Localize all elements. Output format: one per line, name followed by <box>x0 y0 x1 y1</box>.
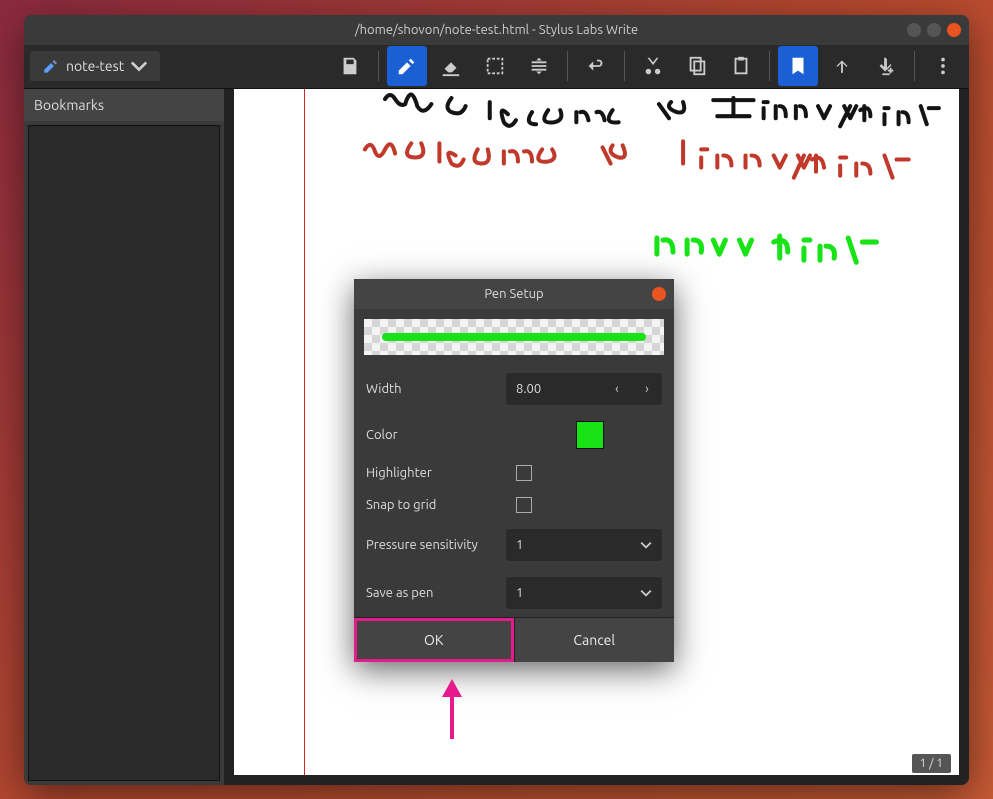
sidebar: Bookmarks <box>24 89 224 785</box>
width-value: 8.00 <box>506 382 602 396</box>
chevron-down-icon <box>130 57 148 75</box>
tabbar: note-test <box>24 45 969 89</box>
pen-preview <box>364 319 664 355</box>
page-status: 1 / 1 <box>912 754 951 773</box>
color-label: Color <box>366 428 496 442</box>
separator <box>567 51 568 81</box>
paste-button[interactable] <box>721 46 761 86</box>
pressure-value: 1 <box>516 538 523 552</box>
titlebar: /home/shovon/note-test.html - Stylus Lab… <box>24 15 969 45</box>
chevron-down-icon <box>640 539 652 551</box>
minimize-button[interactable] <box>907 23 921 37</box>
app-window: /home/shovon/note-test.html - Stylus Lab… <box>24 15 969 785</box>
snap-checkbox[interactable] <box>516 497 532 513</box>
color-row: Color <box>354 413 674 457</box>
close-window-button[interactable] <box>947 23 961 37</box>
main-area: Bookmarks 1 / 1 Pen Setup <box>24 89 969 785</box>
width-decrease-button[interactable]: ‹ <box>602 382 632 396</box>
document-tab[interactable]: note-test <box>30 51 160 81</box>
pen-preview-stroke <box>382 333 646 341</box>
pressure-row: Pressure sensitivity 1 <box>354 521 674 569</box>
pen-setup-dialog: Pen Setup Width 8.00 ‹ › Color Highlight… <box>354 279 674 662</box>
width-label: Width <box>366 382 496 396</box>
width-increase-button[interactable]: › <box>632 382 662 396</box>
highlighter-checkbox[interactable] <box>516 465 532 481</box>
undo-button[interactable] <box>576 46 616 86</box>
saveas-select[interactable]: 1 <box>506 577 662 609</box>
sidebar-header: Bookmarks <box>24 89 224 121</box>
ok-button[interactable]: OK <box>354 618 514 662</box>
saveas-value: 1 <box>516 586 523 600</box>
saveas-row: Save as pen 1 <box>354 569 674 617</box>
pen-tool-button[interactable] <box>387 46 427 86</box>
separator <box>378 51 379 81</box>
insert-space-button[interactable] <box>519 46 559 86</box>
saveas-label: Save as pen <box>366 586 496 600</box>
snap-label: Snap to grid <box>366 498 496 512</box>
cancel-button[interactable]: Cancel <box>514 618 675 662</box>
window-title: /home/shovon/note-test.html - Stylus Lab… <box>355 23 638 37</box>
next-page-button[interactable] <box>866 46 906 86</box>
chevron-down-icon <box>640 587 652 599</box>
width-row: Width 8.00 ‹ › <box>354 365 674 413</box>
select-button[interactable] <box>475 46 515 86</box>
separator <box>914 51 915 81</box>
pen-icon <box>42 57 60 75</box>
separator <box>624 51 625 81</box>
dialog-buttons: OK Cancel <box>354 617 674 662</box>
color-swatch[interactable] <box>576 421 604 449</box>
bookmark-button[interactable] <box>778 46 818 86</box>
bookmarks-list[interactable] <box>28 125 220 781</box>
toolbar <box>166 46 963 86</box>
overflow-menu-button[interactable] <box>923 46 963 86</box>
prev-page-button[interactable] <box>822 46 862 86</box>
snap-row: Snap to grid <box>354 489 674 521</box>
width-spinner[interactable]: 8.00 ‹ › <box>506 373 662 405</box>
dialog-title: Pen Setup <box>484 287 543 301</box>
tab-label: note-test <box>66 58 124 74</box>
dialog-titlebar: Pen Setup <box>354 279 674 309</box>
highlighter-row: Highlighter <box>354 457 674 489</box>
window-controls <box>907 23 961 37</box>
dialog-close-button[interactable] <box>652 287 666 301</box>
separator <box>769 51 770 81</box>
save-button[interactable] <box>330 46 370 86</box>
maximize-button[interactable] <box>927 23 941 37</box>
copy-button[interactable] <box>677 46 717 86</box>
pressure-label: Pressure sensitivity <box>366 538 496 552</box>
highlighter-label: Highlighter <box>366 466 496 480</box>
cut-button[interactable] <box>633 46 673 86</box>
eraser-button[interactable] <box>431 46 471 86</box>
pressure-select[interactable]: 1 <box>506 529 662 561</box>
